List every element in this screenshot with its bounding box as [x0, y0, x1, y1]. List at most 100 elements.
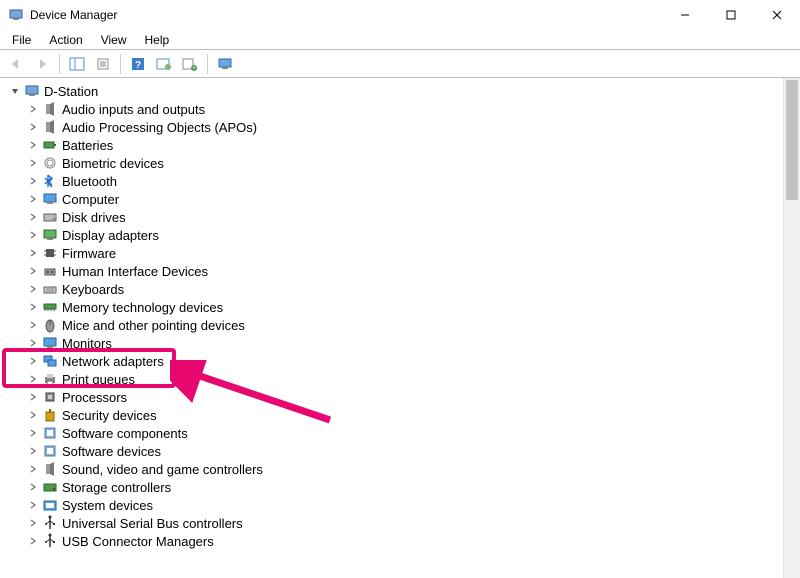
- tree-node[interactable]: Bluetooth: [6, 172, 783, 190]
- chevron-right-icon[interactable]: [26, 462, 40, 476]
- chevron-right-icon[interactable]: [26, 318, 40, 332]
- chevron-right-icon[interactable]: [26, 372, 40, 386]
- devices-and-printers-button[interactable]: [213, 53, 237, 75]
- tree-node[interactable]: Print queues: [6, 370, 783, 388]
- chevron-right-icon[interactable]: [26, 300, 40, 314]
- menu-action[interactable]: Action: [41, 31, 90, 49]
- menu-view[interactable]: View: [93, 31, 135, 49]
- chevron-right-icon[interactable]: [26, 228, 40, 242]
- chevron-right-icon[interactable]: [26, 282, 40, 296]
- chevron-right-icon[interactable]: [26, 498, 40, 512]
- system-icon: [42, 497, 58, 513]
- tree-node[interactable]: Firmware: [6, 244, 783, 262]
- tree-node-label: Universal Serial Bus controllers: [62, 516, 243, 531]
- battery-icon: [42, 137, 58, 153]
- tree-node[interactable]: Memory technology devices: [6, 298, 783, 316]
- chevron-right-icon[interactable]: [26, 192, 40, 206]
- close-button[interactable]: [754, 0, 800, 30]
- minimize-button[interactable]: [662, 0, 708, 30]
- drive-icon: [42, 209, 58, 225]
- tree-node[interactable]: Biometric devices: [6, 154, 783, 172]
- tree-node-label: Storage controllers: [62, 480, 171, 495]
- chevron-right-icon[interactable]: [26, 120, 40, 134]
- chevron-right-icon[interactable]: [26, 426, 40, 440]
- tree-root[interactable]: D-Station: [6, 82, 783, 100]
- tree-node[interactable]: Mice and other pointing devices: [6, 316, 783, 334]
- chevron-right-icon[interactable]: [26, 516, 40, 530]
- chevron-right-icon[interactable]: [26, 138, 40, 152]
- tree-node[interactable]: Disk drives: [6, 208, 783, 226]
- speaker-icon: [42, 461, 58, 477]
- tree-node[interactable]: Security devices: [6, 406, 783, 424]
- tree-node[interactable]: Audio Processing Objects (APOs): [6, 118, 783, 136]
- menubar: File Action View Help: [0, 30, 800, 50]
- add-legacy-hardware-button[interactable]: +: [178, 53, 202, 75]
- tree-node[interactable]: USB Connector Managers: [6, 532, 783, 550]
- tree-node[interactable]: Batteries: [6, 136, 783, 154]
- tree-node[interactable]: Human Interface Devices: [6, 262, 783, 280]
- security-icon: [42, 407, 58, 423]
- tree-node[interactable]: Monitors: [6, 334, 783, 352]
- titlebar: Device Manager: [0, 0, 800, 30]
- tree-node-label: System devices: [62, 498, 153, 513]
- fingerprint-icon: [42, 155, 58, 171]
- chevron-right-icon[interactable]: [26, 444, 40, 458]
- content-area: D-Station Audio inputs and outputsAudio …: [0, 78, 800, 578]
- chevron-right-icon[interactable]: [26, 336, 40, 350]
- tree-node[interactable]: Network adapters: [6, 352, 783, 370]
- tree-node[interactable]: Processors: [6, 388, 783, 406]
- toolbar-separator: [120, 54, 121, 74]
- chevron-right-icon[interactable]: [26, 480, 40, 494]
- vertical-scrollbar[interactable]: [783, 78, 800, 578]
- tree-node-label: Audio inputs and outputs: [62, 102, 205, 117]
- svg-text:?: ?: [135, 60, 141, 71]
- scroll-thumb[interactable]: [786, 80, 798, 200]
- monitor-icon: [42, 191, 58, 207]
- tree-node[interactable]: Software devices: [6, 442, 783, 460]
- tree-node-label: Security devices: [62, 408, 157, 423]
- tree-node-label: Monitors: [62, 336, 112, 351]
- tree-node[interactable]: Storage controllers: [6, 478, 783, 496]
- display-adapter-icon: [42, 227, 58, 243]
- tree-node[interactable]: Audio inputs and outputs: [6, 100, 783, 118]
- chevron-right-icon[interactable]: [26, 390, 40, 404]
- tree-node[interactable]: Computer: [6, 190, 783, 208]
- properties-button[interactable]: [91, 53, 115, 75]
- chevron-right-icon[interactable]: [26, 408, 40, 422]
- tree-node[interactable]: Display adapters: [6, 226, 783, 244]
- tree-node[interactable]: Universal Serial Bus controllers: [6, 514, 783, 532]
- scan-hardware-button[interactable]: [152, 53, 176, 75]
- chevron-right-icon[interactable]: [26, 174, 40, 188]
- show-hide-console-tree-button[interactable]: [65, 53, 89, 75]
- tree-node[interactable]: Sound, video and game controllers: [6, 460, 783, 478]
- usb-icon: [42, 515, 58, 531]
- forward-button[interactable]: [30, 53, 54, 75]
- tree-node-label: Computer: [62, 192, 119, 207]
- chevron-right-icon[interactable]: [26, 156, 40, 170]
- maximize-button[interactable]: [708, 0, 754, 30]
- menu-help[interactable]: Help: [137, 31, 178, 49]
- device-tree[interactable]: D-Station Audio inputs and outputsAudio …: [0, 78, 783, 578]
- chevron-right-icon[interactable]: [26, 102, 40, 116]
- chevron-right-icon[interactable]: [26, 210, 40, 224]
- bluetooth-icon: [42, 173, 58, 189]
- help-button[interactable]: ?: [126, 53, 150, 75]
- tree-node[interactable]: Software components: [6, 424, 783, 442]
- svg-text:+: +: [192, 66, 196, 71]
- toolbar-separator: [59, 54, 60, 74]
- chevron-right-icon[interactable]: [26, 246, 40, 260]
- tree-node-label: Mice and other pointing devices: [62, 318, 245, 333]
- tree-node[interactable]: System devices: [6, 496, 783, 514]
- tree-node-label: Memory technology devices: [62, 300, 223, 315]
- chevron-right-icon[interactable]: [26, 264, 40, 278]
- cpu-icon: [42, 389, 58, 405]
- tree-node-label: Display adapters: [62, 228, 159, 243]
- chevron-right-icon[interactable]: [26, 354, 40, 368]
- chevron-right-icon[interactable]: [26, 534, 40, 548]
- back-button[interactable]: [4, 53, 28, 75]
- component-icon: [42, 443, 58, 459]
- tree-node[interactable]: Keyboards: [6, 280, 783, 298]
- menu-file[interactable]: File: [4, 31, 39, 49]
- speaker-icon: [42, 119, 58, 135]
- chevron-down-icon[interactable]: [8, 84, 22, 98]
